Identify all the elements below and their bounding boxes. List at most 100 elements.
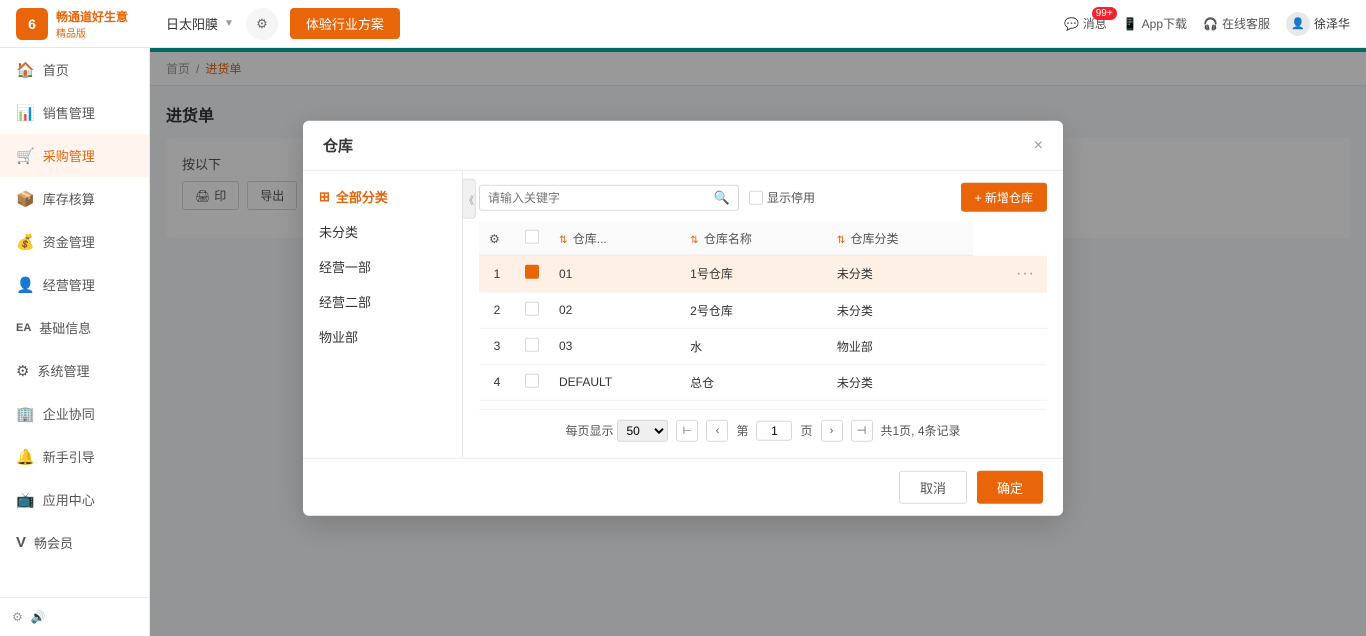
row-name: 水 <box>680 328 827 364</box>
cat-item-all[interactable]: ⊞ 全部分类 <box>303 179 462 214</box>
per-page-dropdown[interactable]: 50 20 100 <box>617 419 668 441</box>
sidebar-label-sales: 销售管理 <box>43 103 95 122</box>
appcenter-icon: 📺 <box>16 491 35 509</box>
app-download-btn[interactable]: 📱 App下载 <box>1123 15 1187 32</box>
last-page-btn[interactable]: ⊣ <box>851 419 873 441</box>
table-row[interactable]: 1 01 1号仓库 未分类 ··· <box>479 255 1047 292</box>
user-menu[interactable]: 👤 徐泽华 <box>1286 12 1350 36</box>
inventory-icon: 📦 <box>16 190 35 208</box>
table-gear-icon[interactable]: ⚙ <box>489 231 500 245</box>
row-checkbox[interactable] <box>525 373 539 387</box>
sidebar-label-base: 基础信息 <box>39 318 91 337</box>
prev-page-btn[interactable]: ‹ <box>706 419 728 441</box>
select-all-checkbox[interactable] <box>525 230 539 244</box>
cat-collapse-btn[interactable]: 《 <box>462 179 476 219</box>
show-disabled-checkbox[interactable] <box>749 190 763 204</box>
logo-text: 畅通道好生意 精品版 <box>56 8 128 40</box>
row-category: 未分类 <box>827 255 974 292</box>
first-page-btn[interactable]: ⊢ <box>676 419 698 441</box>
system-icon: ⚙ <box>16 362 29 380</box>
page-input[interactable] <box>756 420 792 440</box>
sidebar-label-home: 首页 <box>43 60 69 79</box>
member-icon: V <box>16 534 26 551</box>
total-info: 共1页, 4条记录 <box>881 422 961 439</box>
sort-icon-code: ⇅ <box>559 235 567 246</box>
table-row[interactable]: 4 DEFAULT 总仓 未分类 <box>479 364 1047 400</box>
row-name: 1号仓库 <box>680 255 827 292</box>
sidebar-item-operations[interactable]: 👤 经营管理 <box>0 263 149 306</box>
show-disabled-toggle[interactable]: 显示停用 <box>749 189 815 206</box>
sidebar-item-base[interactable]: EA 基础信息 <box>0 306 149 349</box>
category-sidebar: ⊞ 全部分类 未分类 经营一部 经营二部 物业部 《 <box>303 171 463 458</box>
confirm-btn[interactable]: 确定 <box>977 470 1043 503</box>
cat-item-ops1[interactable]: 经营一部 <box>303 249 462 284</box>
sidebar-item-system[interactable]: ⚙ 系统管理 <box>0 349 149 392</box>
per-page-label: 每页显示 <box>565 422 613 439</box>
sidebar-item-appcenter[interactable]: 📺 应用中心 <box>0 478 149 521</box>
modal-main: 🔍 显示停用 + 新增仓库 ⚙ <box>463 171 1063 458</box>
col-code-label: 仓库... <box>573 232 607 246</box>
row-checkbox-cell <box>515 255 549 292</box>
sidebar-item-enterprise[interactable]: 🏢 企业协同 <box>0 392 149 435</box>
cat-item-property[interactable]: 物业部 <box>303 319 462 354</box>
sidebar-item-sales[interactable]: 📊 销售管理 <box>0 91 149 134</box>
modal-title: 仓库 <box>323 135 353 156</box>
sidebar-item-finance[interactable]: 💰 资金管理 <box>0 220 149 263</box>
row-name: 总仓 <box>680 364 827 400</box>
sidebar-item-member[interactable]: V 畅会员 <box>0 521 149 564</box>
experience-btn[interactable]: 体验行业方案 <box>290 8 400 39</box>
sidebar-item-guide[interactable]: 🔔 新手引导 <box>0 435 149 478</box>
message-icon: 💬 <box>1064 17 1079 31</box>
sidebar-item-purchase[interactable]: 🛒 采购管理 <box>0 134 149 177</box>
top-header: 6 畅通道好生意 精品版 日太阳膜 ▼ ⚙ 体验行业方案 💬 99+ 消息 📱 … <box>0 0 1366 48</box>
row-checkbox[interactable] <box>525 265 539 279</box>
header-center: 日太阳膜 ▼ ⚙ 体验行业方案 <box>166 8 1064 40</box>
avatar: 👤 <box>1286 12 1310 36</box>
home-icon: 🏠 <box>16 61 35 79</box>
search-box[interactable]: 🔍 <box>479 184 739 210</box>
row-extra <box>973 364 1047 400</box>
online-service-btn[interactable]: 🎧 在线客服 <box>1203 15 1270 32</box>
cat-ops2-label: 经营二部 <box>319 292 371 311</box>
table-row[interactable]: 2 02 2号仓库 未分类 <box>479 292 1047 328</box>
settings-button[interactable]: ⚙ <box>246 8 278 40</box>
sidebar-bottom[interactable]: ⚙ 🔊 <box>0 597 149 636</box>
row-checkbox[interactable] <box>525 301 539 315</box>
cat-item-uncat[interactable]: 未分类 <box>303 214 462 249</box>
logo-area: 6 畅通道好生意 精品版 <box>16 8 166 40</box>
col-header-checkbox <box>515 222 549 256</box>
search-input[interactable] <box>488 190 708 204</box>
sidebar-label-purchase: 采购管理 <box>43 146 95 165</box>
add-warehouse-btn[interactable]: + 新增仓库 <box>961 183 1047 212</box>
row-checkbox[interactable] <box>525 337 539 351</box>
sidebar-label-system: 系统管理 <box>37 361 89 380</box>
next-page-btn[interactable]: › <box>821 419 843 441</box>
row-name: 2号仓库 <box>680 292 827 328</box>
warehouse-table: ⚙ ⇅ 仓库... ⇅ 仓库名称 <box>479 222 1047 401</box>
headset-icon: 🎧 <box>1203 17 1218 31</box>
store-selector[interactable]: 日太阳膜 ▼ <box>166 14 234 33</box>
row-code: 02 <box>549 292 680 328</box>
per-page-select: 每页显示 50 20 100 <box>565 419 668 441</box>
search-icon: 🔍 <box>714 189 730 205</box>
sidebar-label-enterprise: 企业协同 <box>43 404 95 423</box>
table-row[interactable]: 3 03 水 物业部 <box>479 328 1047 364</box>
pagination: 每页显示 50 20 100 ⊢ ‹ 第 页 › ⊣ 共1页, 4条记录 <box>479 408 1047 445</box>
notification-area[interactable]: 💬 99+ 消息 <box>1064 15 1106 32</box>
row-extra: ··· <box>973 255 1047 292</box>
collapse-icon: 《 <box>464 191 474 206</box>
row-category: 未分类 <box>827 292 974 328</box>
phone-icon: 📱 <box>1123 17 1138 31</box>
cat-item-ops2[interactable]: 经营二部 <box>303 284 462 319</box>
row-code: 03 <box>549 328 680 364</box>
cancel-btn[interactable]: 取消 <box>899 470 967 503</box>
cat-property-label: 物业部 <box>319 327 358 346</box>
sidebar-item-home[interactable]: 🏠 首页 <box>0 48 149 91</box>
sort-icon-name: ⇅ <box>690 235 698 246</box>
page-label-prefix: 第 <box>736 422 748 439</box>
guide-icon: 🔔 <box>16 448 35 466</box>
sidebar-label-inventory: 库存核算 <box>43 189 95 208</box>
row-more-btn[interactable]: ··· <box>1016 264 1035 281</box>
sidebar-item-inventory[interactable]: 📦 库存核算 <box>0 177 149 220</box>
modal-close-btn[interactable]: × <box>1034 136 1043 154</box>
